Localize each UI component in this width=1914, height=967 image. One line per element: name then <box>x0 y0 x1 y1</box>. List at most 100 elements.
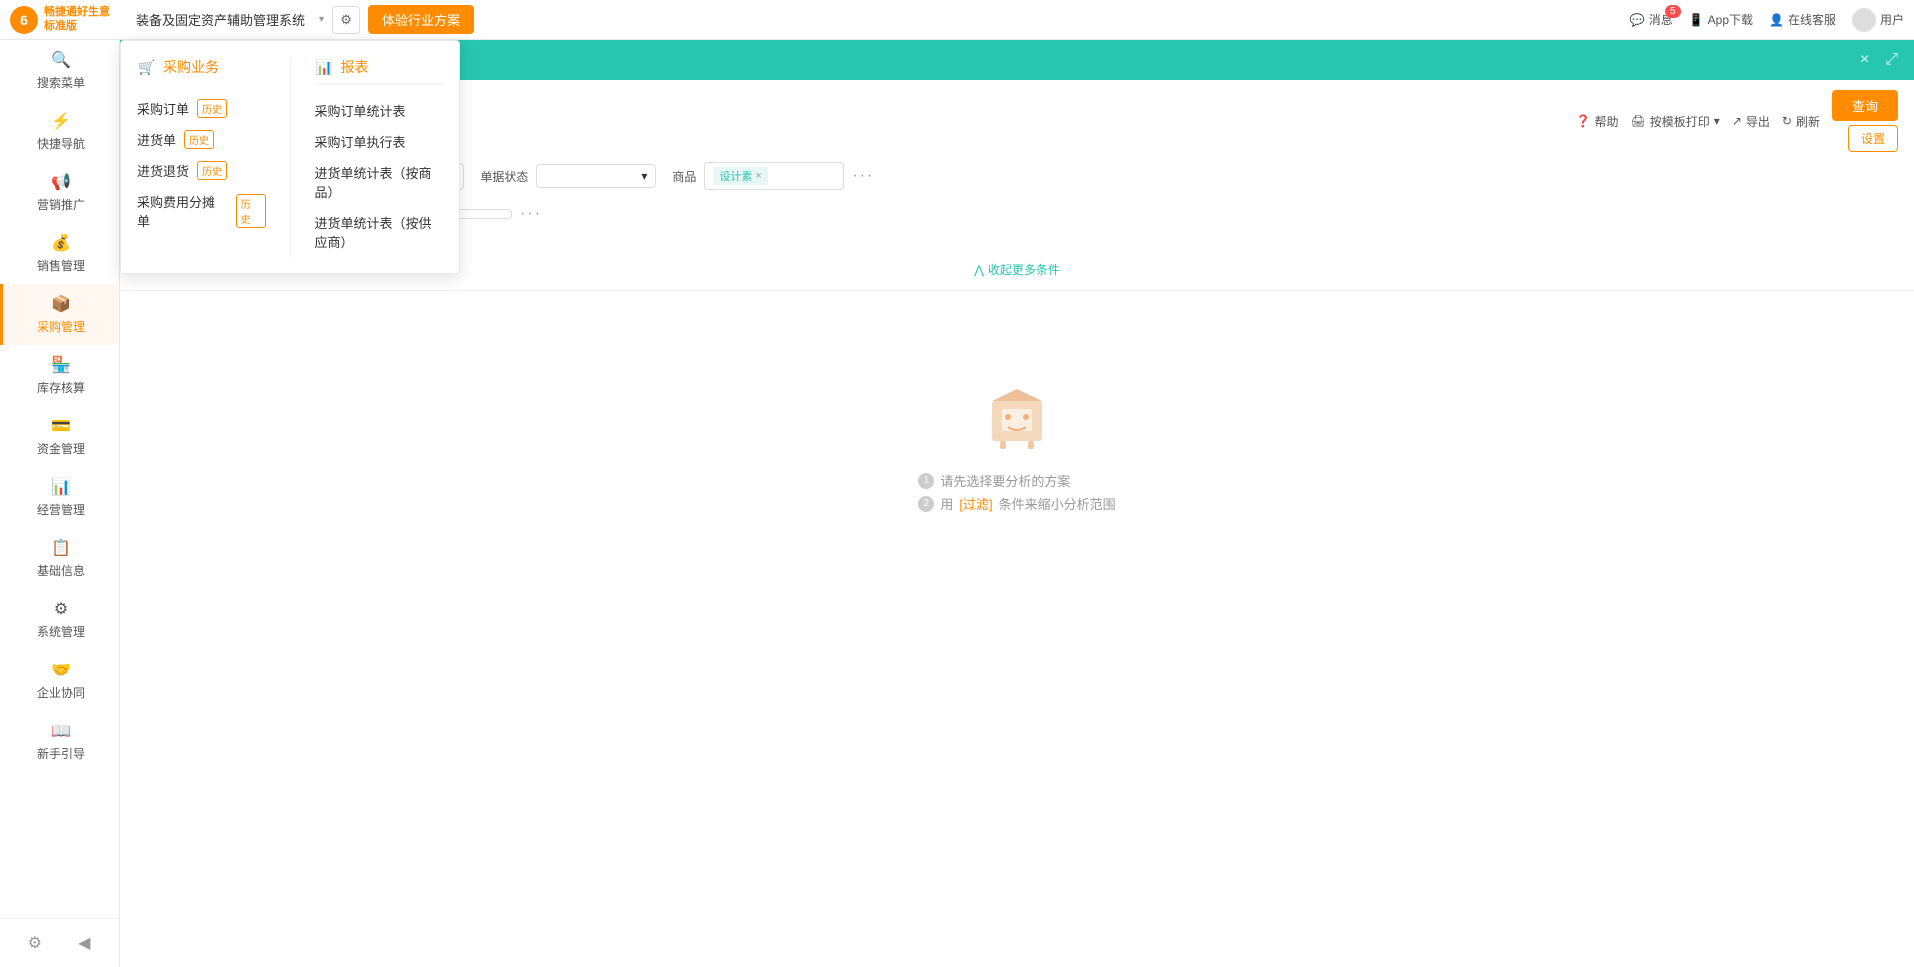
sidebar-item-enterprise[interactable]: 🤝 企业协同 <box>0 650 119 711</box>
system-title: 装备及固定资产辅助管理系统 <box>130 10 311 29</box>
settings-button[interactable]: 设置 <box>1848 125 1898 152</box>
menu-item-label: 采购费用分摊单 <box>137 192 228 230</box>
sidebar-label-basic-info: 基础信息 <box>37 562 85 579</box>
status-filter-field: 单据状态 ▾ <box>480 164 656 188</box>
sidebar-label-sales: 销售管理 <box>37 257 85 274</box>
message-badge: 5 <box>1665 5 1681 18</box>
enterprise-icon: 🤝 <box>51 660 71 680</box>
system-dropdown-arrow[interactable]: ▾ <box>319 14 324 25</box>
empty-state: 1 请先选择要分析的方案 2 用 [过滤] 条件来缩小分析范围 <box>120 291 1914 597</box>
dropdown-divider <box>290 57 291 257</box>
purchase-header-icon: 🛒 <box>137 57 157 77</box>
sidebar-bottom: ⚙ ◀ <box>0 918 119 967</box>
help-icon: ❓ <box>1576 114 1591 128</box>
logo-icon: 6 <box>10 6 38 34</box>
print-dropdown-icon: ▾ <box>1714 114 1720 128</box>
system-icon: ⚙ <box>51 599 71 619</box>
collapse-icon: ⋀ <box>974 263 984 277</box>
goods-tag-close[interactable]: × <box>755 170 761 182</box>
shortcut-icon: ⚡ <box>51 111 71 131</box>
purchase-dropdown: 🛒 采购业务 采购订单 历史 进货单 历史 进货退货 历史 采购费用分摊单 <box>120 40 460 274</box>
sidebar-item-inventory[interactable]: 🏪 库存核算 <box>0 345 119 406</box>
management-icon: 📊 <box>51 477 71 497</box>
search-icon: 🔍 <box>51 50 71 70</box>
sidebar-item-marketing[interactable]: 📢 营销推广 <box>0 162 119 223</box>
menu-item-report-order-stat[interactable]: 采购订单统计表 <box>315 95 444 126</box>
goods-filter-field: 商品 设计素 × ··· <box>672 162 874 190</box>
menu-item-label: 进货退货 <box>137 161 189 180</box>
industry-button[interactable]: 体验行业方案 <box>368 5 474 34</box>
purchase-column: 🛒 采购业务 采购订单 历史 进货单 历史 进货退货 历史 采购费用分摊单 <box>137 57 266 257</box>
menu-item-label: 采购订单执行表 <box>315 132 406 151</box>
empty-state-icon <box>967 371 1067 451</box>
sidebar-item-shortcut[interactable]: ⚡ 快捷导航 <box>0 101 119 162</box>
status-select[interactable]: ▾ <box>536 164 656 188</box>
user-button[interactable]: 用户 <box>1852 8 1904 32</box>
export-button[interactable]: ↗ 导出 <box>1732 113 1770 130</box>
menu-item-report-order-exec[interactable]: 采购订单执行表 <box>315 126 444 157</box>
app-download-button[interactable]: 📱 App下载 <box>1689 11 1753 28</box>
goods-more-button[interactable]: ··· <box>852 167 874 185</box>
top-bar: 6 畅捷通好生意 标准版 装备及固定资产辅助管理系统 ▾ ⚙ 体验行业方案 💬 … <box>0 0 1914 40</box>
top-right-area: 💬 消息 5 📱 App下载 👤 在线客服 用户 <box>1630 8 1904 32</box>
settings-icon-button[interactable]: ⚙ <box>332 6 360 34</box>
sidebar-label-system: 系统管理 <box>37 623 85 640</box>
sales-icon: 💰 <box>51 233 71 253</box>
service-icon: 👤 <box>1769 13 1784 27</box>
online-service-button[interactable]: 👤 在线客服 <box>1769 11 1836 28</box>
tab-close-window-button[interactable]: × <box>1854 51 1875 69</box>
refresh-button[interactable]: ↻ 刷新 <box>1782 113 1820 130</box>
menu-item-label: 采购订单 <box>137 99 189 118</box>
marketing-icon: 📢 <box>51 172 71 192</box>
menu-item-label: 进货单 <box>137 130 176 149</box>
goods-input[interactable]: 设计素 × <box>704 162 844 190</box>
dropdown-columns: 🛒 采购业务 采购订单 历史 进货单 历史 进货退货 历史 采购费用分摊单 <box>137 57 443 257</box>
sidebar-settings-button[interactable]: ⚙ <box>21 929 49 957</box>
sidebar-item-sales[interactable]: 💰 销售管理 <box>0 223 119 284</box>
sidebar-label-management: 经营管理 <box>37 501 85 518</box>
sidebar-label-guide: 新手引导 <box>37 745 85 762</box>
goods-tag: 设计素 × <box>713 167 767 185</box>
goods-label: 商品 <box>672 168 696 185</box>
message-button[interactable]: 💬 消息 5 <box>1630 11 1673 28</box>
message-icon: 💬 <box>1630 13 1645 27</box>
menu-item-report-in-supplier[interactable]: 进货单统计表（按供应商） <box>315 207 444 257</box>
logo-area: 6 畅捷通好生意 标准版 <box>10 6 130 34</box>
menu-item-report-in-goods[interactable]: 进货单统计表（按商品） <box>315 157 444 207</box>
history-badge-2: 历史 <box>184 130 214 149</box>
finance-icon: 💳 <box>51 416 71 436</box>
print-icon: 🖨 <box>1631 114 1646 128</box>
sidebar-item-basic-info[interactable]: 📋 基础信息 <box>0 528 119 589</box>
sidebar-collapse-button[interactable]: ◀ <box>70 929 98 957</box>
empty-text: 1 请先选择要分析的方案 2 用 [过滤] 条件来缩小分析范围 <box>918 467 1115 517</box>
sidebar-item-system[interactable]: ⚙ 系统管理 <box>0 589 119 650</box>
refresh-icon: ↻ <box>1782 114 1792 128</box>
menu-item-purchase-order[interactable]: 采购订单 历史 <box>137 93 266 124</box>
report-column-header: 📊 报表 <box>315 57 444 85</box>
sidebar-item-guide[interactable]: 📖 新手引导 <box>0 711 119 772</box>
export-icon: ↗ <box>1732 114 1742 128</box>
step1-num: 1 <box>918 473 934 489</box>
sidebar-label-purchase: 采购管理 <box>37 318 85 335</box>
basic-info-icon: 📋 <box>51 538 71 558</box>
system-title-bar: 装备及固定资产辅助管理系统 ▾ ⚙ 体验行业方案 <box>130 5 1630 34</box>
salesperson-more-button[interactable]: ··· <box>520 205 542 223</box>
history-badge-4: 历史 <box>236 194 266 228</box>
inventory-icon: 🏪 <box>51 355 71 375</box>
tab-expand-button[interactable]: ⤢ <box>1879 51 1904 69</box>
dropdown-menu-panel: 🛒 采购业务 采购订单 历史 进货单 历史 进货退货 历史 采购费用分摊单 <box>120 40 460 274</box>
print-button[interactable]: 🖨 按模板打印 ▾ <box>1631 113 1720 130</box>
sidebar-item-purchase[interactable]: 📦 采购管理 <box>0 284 119 345</box>
menu-item-purchase-in[interactable]: 进货单 历史 <box>137 124 266 155</box>
sidebar-label-finance: 资金管理 <box>37 440 85 457</box>
sidebar-item-finance[interactable]: 💳 资金管理 <box>0 406 119 467</box>
menu-item-purchase-return[interactable]: 进货退货 历史 <box>137 155 266 186</box>
sidebar-item-search[interactable]: 🔍 搜索菜单 <box>0 40 119 101</box>
sidebar-item-management[interactable]: 📊 经营管理 <box>0 467 119 528</box>
sidebar-label-search: 搜索菜单 <box>37 74 85 91</box>
menu-item-purchase-expense[interactable]: 采购费用分摊单 历史 <box>137 186 266 236</box>
help-button[interactable]: ❓ 帮助 <box>1576 113 1619 130</box>
collapse-button[interactable]: ⋀ 收起更多条件 <box>974 261 1060 278</box>
query-button[interactable]: 查询 <box>1832 90 1898 121</box>
history-badge-3: 历史 <box>197 161 227 180</box>
